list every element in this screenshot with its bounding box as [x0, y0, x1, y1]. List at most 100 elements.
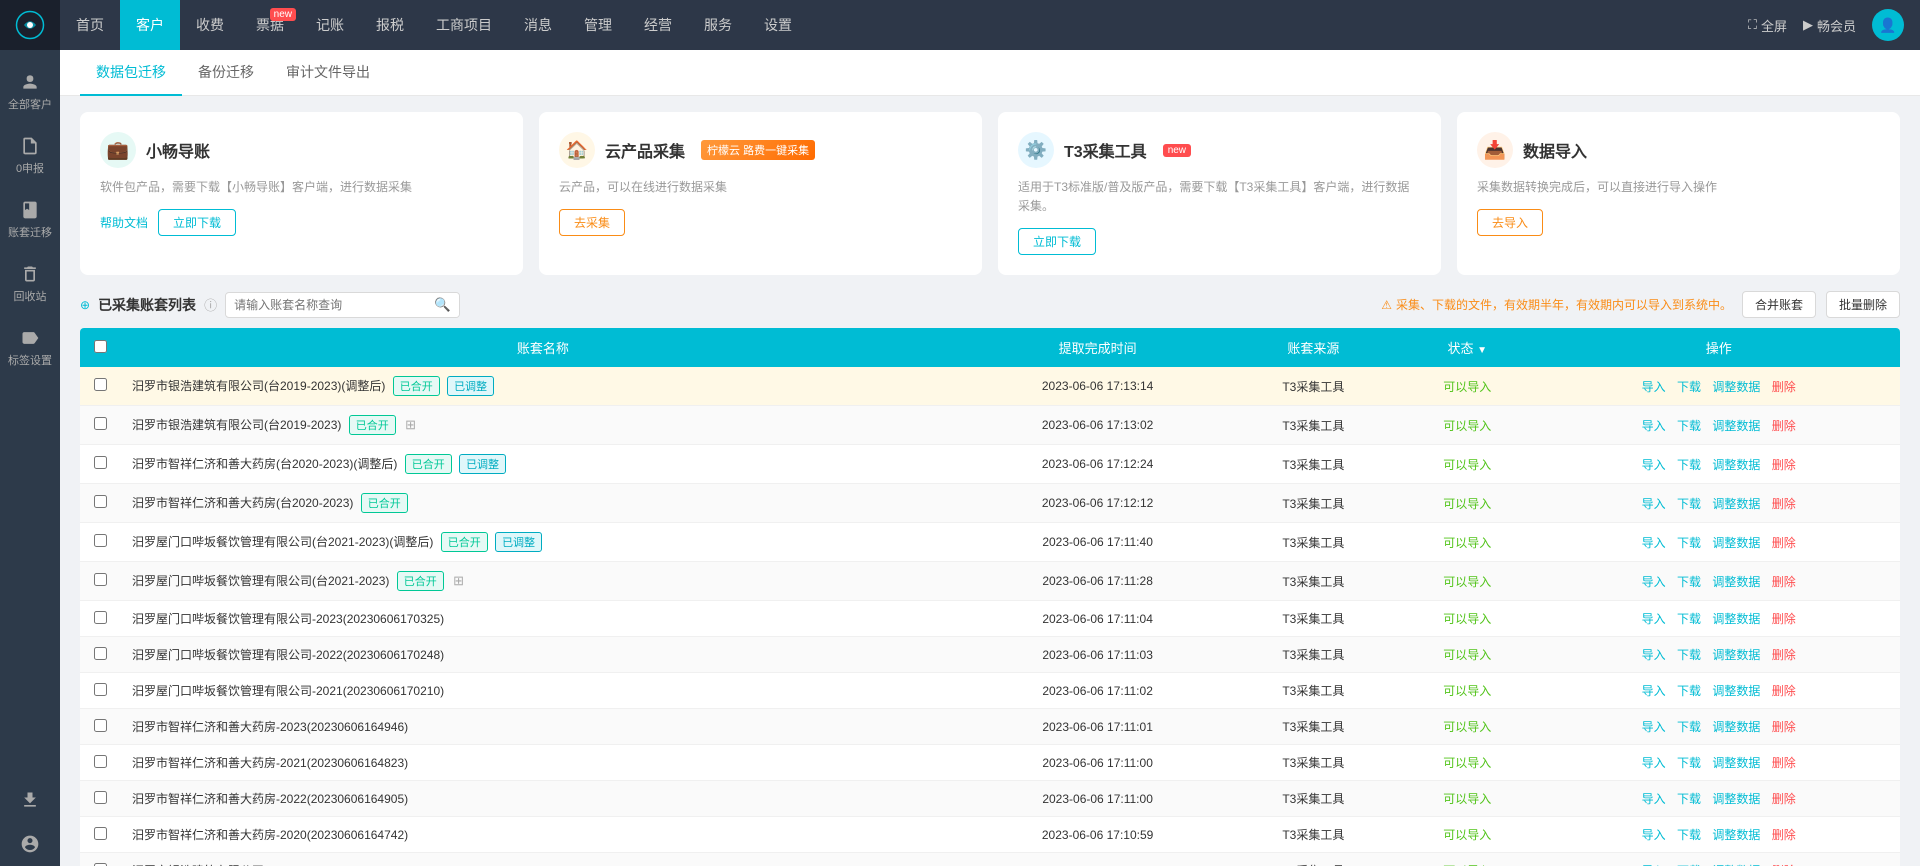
action-import[interactable]: 导入	[1642, 756, 1666, 770]
action-download[interactable]: 下载	[1677, 720, 1701, 734]
search-input[interactable]	[226, 294, 426, 316]
row-checkbox[interactable]	[94, 791, 107, 804]
action-download[interactable]: 下载	[1677, 419, 1701, 433]
member-button[interactable]: ▶ 畅会员	[1803, 16, 1856, 35]
action-download[interactable]: 下载	[1677, 497, 1701, 511]
action-download[interactable]: 下载	[1677, 828, 1701, 842]
action-download[interactable]: 下载	[1677, 648, 1701, 662]
nav-item-invoice[interactable]: 票据 new	[240, 0, 300, 50]
sidebar-item-profile[interactable]	[0, 822, 60, 866]
action-adjust[interactable]: 调整数据	[1712, 458, 1760, 472]
row-checkbox[interactable]	[94, 611, 107, 624]
action-download[interactable]: 下载	[1677, 684, 1701, 698]
row-checkbox[interactable]	[94, 755, 107, 768]
nav-item-tax[interactable]: 报税	[360, 0, 420, 50]
action-adjust[interactable]: 调整数据	[1712, 756, 1760, 770]
action-import[interactable]: 导入	[1642, 497, 1666, 511]
action-delete[interactable]: 删除	[1772, 648, 1796, 662]
nav-item-fee[interactable]: 收费	[180, 0, 240, 50]
sidebar-item-all-customers[interactable]: 全部客户	[0, 60, 60, 124]
action-adjust[interactable]: 调整数据	[1712, 720, 1760, 734]
row-checkbox[interactable]	[94, 683, 107, 696]
action-adjust[interactable]: 调整数据	[1712, 497, 1760, 511]
nav-item-industry[interactable]: 工商项目	[420, 0, 508, 50]
action-delete[interactable]: 删除	[1772, 380, 1796, 394]
action-import[interactable]: 导入	[1642, 536, 1666, 550]
select-all-checkbox[interactable]	[94, 340, 107, 353]
action-delete[interactable]: 删除	[1772, 575, 1796, 589]
action-download[interactable]: 下载	[1677, 612, 1701, 626]
action-import[interactable]: 导入	[1642, 380, 1666, 394]
action-download[interactable]: 下载	[1677, 756, 1701, 770]
row-checkbox[interactable]	[94, 573, 107, 586]
sidebar-item-tags[interactable]: 标签设置	[0, 316, 60, 380]
action-import[interactable]: 导入	[1642, 419, 1666, 433]
avatar[interactable]: 👤	[1872, 9, 1904, 41]
download-btn-3[interactable]: 立即下载	[1018, 228, 1096, 255]
row-checkbox[interactable]	[94, 719, 107, 732]
action-import[interactable]: 导入	[1642, 575, 1666, 589]
action-delete[interactable]: 删除	[1772, 612, 1796, 626]
action-delete[interactable]: 删除	[1772, 756, 1796, 770]
nav-item-operate[interactable]: 经营	[628, 0, 688, 50]
download-btn-1[interactable]: 立即下载	[158, 209, 236, 236]
sidebar-item-download[interactable]	[0, 778, 60, 822]
action-download[interactable]: 下载	[1677, 380, 1701, 394]
nav-item-setting[interactable]: 设置	[748, 0, 808, 50]
action-import[interactable]: 导入	[1642, 792, 1666, 806]
action-import[interactable]: 导入	[1642, 458, 1666, 472]
action-adjust[interactable]: 调整数据	[1712, 684, 1760, 698]
row-checkbox[interactable]	[94, 417, 107, 430]
action-delete[interactable]: 删除	[1772, 684, 1796, 698]
action-adjust[interactable]: 调整数据	[1712, 612, 1760, 626]
fullscreen-button[interactable]: ⛶ 全屏	[1748, 16, 1787, 35]
row-checkbox[interactable]	[94, 495, 107, 508]
action-import[interactable]: 导入	[1642, 828, 1666, 842]
nav-item-manage[interactable]: 管理	[568, 0, 628, 50]
action-import[interactable]: 导入	[1642, 684, 1666, 698]
action-delete[interactable]: 删除	[1772, 536, 1796, 550]
action-adjust[interactable]: 调整数据	[1712, 648, 1760, 662]
action-download[interactable]: 下载	[1677, 536, 1701, 550]
tab-data-migrate[interactable]: 数据包迁移	[80, 50, 182, 96]
row-checkbox[interactable]	[94, 647, 107, 660]
action-adjust[interactable]: 调整数据	[1712, 419, 1760, 433]
collect-btn[interactable]: 去采集	[559, 209, 625, 236]
action-delete[interactable]: 删除	[1772, 419, 1796, 433]
tab-audit-export[interactable]: 审计文件导出	[270, 50, 386, 96]
action-import[interactable]: 导入	[1642, 612, 1666, 626]
batch-delete-button[interactable]: 批量删除	[1826, 291, 1900, 318]
action-download[interactable]: 下载	[1677, 575, 1701, 589]
action-import[interactable]: 导入	[1642, 720, 1666, 734]
expand-toggle[interactable]: ⊕	[80, 298, 90, 312]
action-delete[interactable]: 删除	[1772, 828, 1796, 842]
action-delete[interactable]: 删除	[1772, 792, 1796, 806]
row-checkbox[interactable]	[94, 827, 107, 840]
row-checkbox[interactable]	[94, 456, 107, 469]
nav-item-customer[interactable]: 客户	[120, 0, 180, 50]
action-import[interactable]: 导入	[1642, 648, 1666, 662]
import-btn[interactable]: 去导入	[1477, 209, 1543, 236]
row-checkbox[interactable]	[94, 534, 107, 547]
action-delete[interactable]: 删除	[1772, 458, 1796, 472]
action-delete[interactable]: 删除	[1772, 720, 1796, 734]
nav-item-message[interactable]: 消息	[508, 0, 568, 50]
merge-button[interactable]: 合并账套	[1742, 291, 1816, 318]
row-checkbox[interactable]	[94, 378, 107, 391]
action-adjust[interactable]: 调整数据	[1712, 575, 1760, 589]
action-adjust[interactable]: 调整数据	[1712, 828, 1760, 842]
action-adjust[interactable]: 调整数据	[1712, 792, 1760, 806]
nav-item-service[interactable]: 服务	[688, 0, 748, 50]
action-delete[interactable]: 删除	[1772, 497, 1796, 511]
action-adjust[interactable]: 调整数据	[1712, 380, 1760, 394]
sidebar-item-recycle[interactable]: 回收站	[0, 252, 60, 316]
help-doc-link[interactable]: 帮助文档	[100, 214, 148, 231]
nav-item-home[interactable]: 首页	[60, 0, 120, 50]
action-download[interactable]: 下载	[1677, 458, 1701, 472]
nav-item-account[interactable]: 记账	[300, 0, 360, 50]
action-adjust[interactable]: 调整数据	[1712, 536, 1760, 550]
sidebar-item-zero-report[interactable]: 0申报	[0, 124, 60, 188]
search-button[interactable]: 🔍	[426, 293, 459, 317]
sidebar-item-migrate[interactable]: 账套迁移	[0, 188, 60, 252]
action-download[interactable]: 下载	[1677, 792, 1701, 806]
